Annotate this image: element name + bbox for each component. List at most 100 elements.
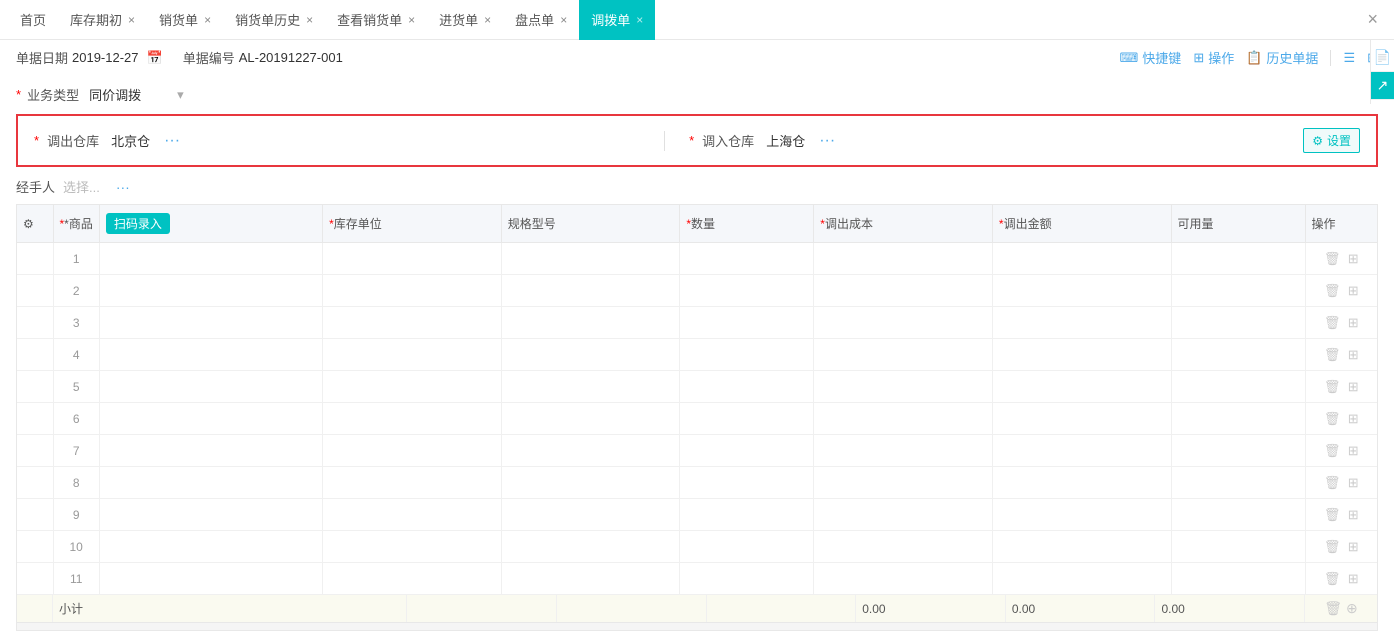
cell-spec-4[interactable]: [501, 339, 680, 371]
cell-unit-6[interactable]: [323, 403, 502, 435]
row-delete-icon-2[interactable]: 🗑: [1324, 283, 1341, 298]
row-copy-icon-9[interactable]: ⊞: [1348, 507, 1359, 522]
cell-cost-2[interactable]: [814, 275, 993, 307]
cell-unit-7[interactable]: [323, 435, 502, 467]
th-gear[interactable]: ⚙: [17, 205, 53, 243]
cell-spec-10[interactable]: [501, 531, 680, 563]
person-dots[interactable]: ···: [116, 179, 130, 195]
tab-view-sales[interactable]: 查看销货单 ×: [325, 0, 427, 40]
cell-cost-8[interactable]: [814, 467, 993, 499]
cell-cost-9[interactable]: [814, 499, 993, 531]
cell-quantity-8[interactable]: [680, 467, 814, 499]
tab-close-inventory-init[interactable]: ×: [128, 13, 135, 27]
cell-product-4[interactable]: [99, 339, 322, 371]
cell-unit-5[interactable]: [323, 371, 502, 403]
row-delete-icon-4[interactable]: 🗑: [1324, 347, 1341, 362]
settings-button[interactable]: ⚙ 设置: [1303, 128, 1360, 153]
row-delete-icon-3[interactable]: 🗑: [1324, 315, 1341, 330]
subtotal-copy-icon[interactable]: ⊕: [1346, 600, 1358, 617]
tab-sales-history[interactable]: 销货单历史 ×: [223, 0, 325, 40]
cell-cost-1[interactable]: [814, 243, 993, 275]
cell-product-11[interactable]: [99, 563, 322, 595]
row-copy-icon-7[interactable]: ⊞: [1348, 443, 1359, 458]
row-copy-icon-6[interactable]: ⊞: [1348, 411, 1359, 426]
cell-product-10[interactable]: [99, 531, 322, 563]
operations-button[interactable]: ⊞ 操作: [1193, 48, 1234, 67]
cell-cost-6[interactable]: [814, 403, 993, 435]
cell-spec-9[interactable]: [501, 499, 680, 531]
cell-amount-2[interactable]: [992, 275, 1171, 307]
cell-product-2[interactable]: [99, 275, 322, 307]
row-copy-icon-5[interactable]: ⊞: [1348, 379, 1359, 394]
cell-unit-10[interactable]: [323, 531, 502, 563]
row-copy-icon-10[interactable]: ⊞: [1348, 539, 1359, 554]
cell-spec-1[interactable]: [501, 243, 680, 275]
tab-home[interactable]: 首页: [8, 0, 58, 40]
tab-close-view-sales[interactable]: ×: [408, 13, 415, 27]
cell-amount-11[interactable]: [992, 563, 1171, 595]
tab-stocktake[interactable]: 盘点单 ×: [503, 0, 579, 40]
cell-amount-8[interactable]: [992, 467, 1171, 499]
global-close-button[interactable]: ×: [1359, 9, 1386, 30]
shortcuts-button[interactable]: ⌨ 快捷键: [1120, 48, 1182, 67]
cell-amount-1[interactable]: [992, 243, 1171, 275]
tab-close-stocktake[interactable]: ×: [560, 13, 567, 27]
cell-unit-4[interactable]: [323, 339, 502, 371]
tab-purchase-order[interactable]: 进货单 ×: [427, 0, 503, 40]
cell-amount-5[interactable]: [992, 371, 1171, 403]
tab-inventory-init[interactable]: 库存期初 ×: [58, 0, 147, 40]
cell-spec-11[interactable]: [501, 563, 680, 595]
subtotal-delete-icon[interactable]: 🗑: [1324, 600, 1342, 617]
sidebar-doc-icon[interactable]: 📄: [1371, 44, 1394, 72]
cell-cost-10[interactable]: [814, 531, 993, 563]
cell-cost-5[interactable]: [814, 371, 993, 403]
business-type-dropdown[interactable]: ▾: [177, 87, 184, 103]
history-button[interactable]: 📋 历史单据: [1246, 48, 1318, 67]
cell-unit-9[interactable]: [323, 499, 502, 531]
row-copy-icon-11[interactable]: ⊞: [1348, 571, 1359, 586]
person-input[interactable]: 选择...: [63, 177, 100, 196]
cell-product-6[interactable]: [99, 403, 322, 435]
row-copy-icon-8[interactable]: ⊞: [1348, 475, 1359, 490]
cell-spec-8[interactable]: [501, 467, 680, 499]
row-delete-icon-9[interactable]: 🗑: [1324, 507, 1341, 522]
row-delete-icon-11[interactable]: 🗑: [1324, 571, 1341, 586]
cell-cost-3[interactable]: [814, 307, 993, 339]
cell-product-7[interactable]: [99, 435, 322, 467]
cell-quantity-11[interactable]: [680, 563, 814, 595]
row-delete-icon-10[interactable]: 🗑: [1324, 539, 1341, 554]
cell-quantity-2[interactable]: [680, 275, 814, 307]
tab-sales-order[interactable]: 销货单 ×: [147, 0, 223, 40]
tab-close-transfer[interactable]: ×: [636, 13, 643, 27]
horizontal-scrollbar[interactable]: [16, 623, 1378, 631]
cell-quantity-10[interactable]: [680, 531, 814, 563]
cell-amount-9[interactable]: [992, 499, 1171, 531]
transfer-in-dots[interactable]: ···: [819, 132, 835, 150]
cell-quantity-9[interactable]: [680, 499, 814, 531]
row-copy-icon-1[interactable]: ⊞: [1348, 251, 1359, 266]
cell-product-8[interactable]: [99, 467, 322, 499]
row-delete-icon-1[interactable]: 🗑: [1324, 251, 1341, 266]
cell-quantity-4[interactable]: [680, 339, 814, 371]
calendar-icon[interactable]: 📅: [147, 50, 163, 66]
cell-product-9[interactable]: [99, 499, 322, 531]
cell-amount-10[interactable]: [992, 531, 1171, 563]
cell-spec-3[interactable]: [501, 307, 680, 339]
cell-amount-7[interactable]: [992, 435, 1171, 467]
cell-cost-7[interactable]: [814, 435, 993, 467]
row-copy-icon-2[interactable]: ⊞: [1348, 283, 1359, 298]
row-delete-icon-5[interactable]: 🗑: [1324, 379, 1341, 394]
row-delete-icon-6[interactable]: 🗑: [1324, 411, 1341, 426]
cell-quantity-3[interactable]: [680, 307, 814, 339]
row-delete-icon-8[interactable]: 🗑: [1324, 475, 1341, 490]
tab-close-sales-history[interactable]: ×: [306, 13, 313, 27]
cell-unit-11[interactable]: [323, 563, 502, 595]
transfer-out-dots[interactable]: ···: [164, 132, 180, 150]
cell-unit-8[interactable]: [323, 467, 502, 499]
cell-unit-1[interactable]: [323, 243, 502, 275]
cell-product-3[interactable]: [99, 307, 322, 339]
cell-cost-11[interactable]: [814, 563, 993, 595]
layout-btn-1[interactable]: ☰: [1343, 50, 1355, 66]
cell-spec-5[interactable]: [501, 371, 680, 403]
cell-quantity-5[interactable]: [680, 371, 814, 403]
